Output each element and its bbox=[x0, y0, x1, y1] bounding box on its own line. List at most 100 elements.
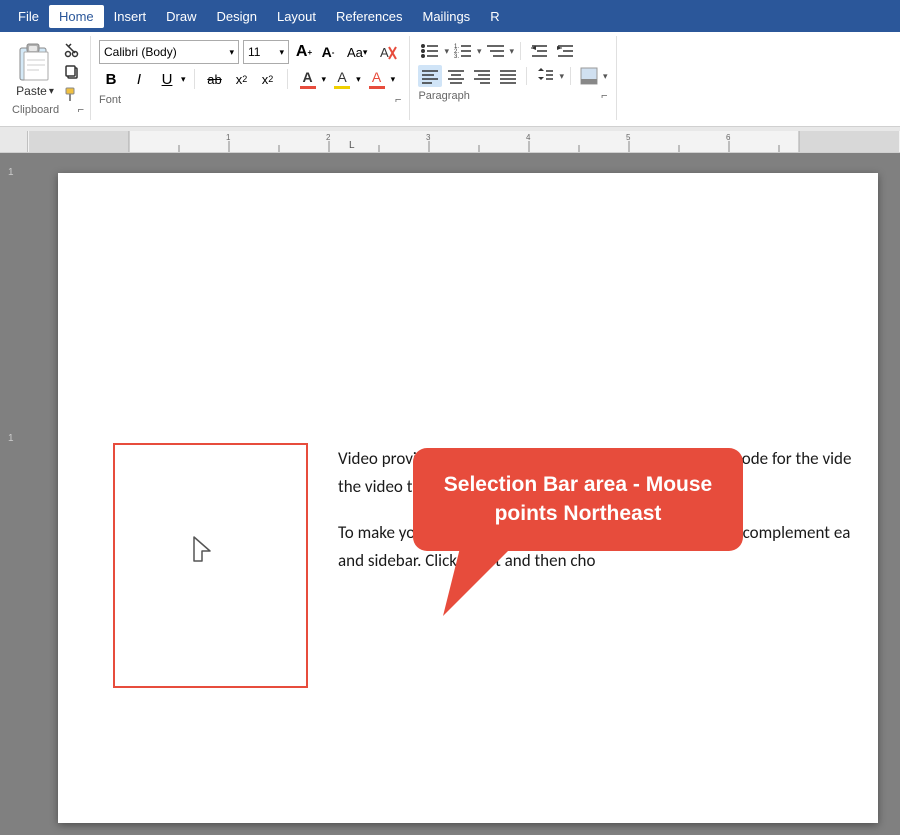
numbered-list-icon: 1. 2. 3. bbox=[453, 41, 473, 61]
paragraph-section: ▾ 1. 2. 3. ▾ ▾ bbox=[410, 36, 616, 120]
paragraph-label: Paragraph bbox=[418, 90, 469, 102]
highlight-arrow[interactable]: ▾ bbox=[356, 74, 361, 85]
font-color-arrow[interactable]: ▾ bbox=[322, 74, 327, 85]
page: Selection Bar area - Mouse points Northe… bbox=[58, 173, 878, 823]
align-center-button[interactable] bbox=[444, 65, 468, 87]
svg-text:3: 3 bbox=[426, 133, 431, 142]
bullets-icon bbox=[420, 41, 440, 61]
clipboard-small-buttons bbox=[60, 40, 84, 104]
menu-design[interactable]: Design bbox=[207, 5, 267, 28]
callout-text: Selection Bar area - Mouse points Northe… bbox=[444, 473, 712, 525]
font-grow-button[interactable]: A+ bbox=[293, 40, 315, 64]
clipboard-section: Paste ▾ bbox=[6, 36, 91, 120]
multilevel-arrow[interactable]: ▾ bbox=[510, 46, 515, 57]
increase-indent-button[interactable] bbox=[553, 40, 577, 62]
align-left-icon bbox=[420, 66, 440, 86]
multilevel-button[interactable] bbox=[484, 40, 508, 62]
menu-more[interactable]: R bbox=[480, 5, 509, 28]
menu-insert[interactable]: Insert bbox=[104, 5, 157, 28]
paragraph-expand[interactable]: ⌐ bbox=[601, 90, 607, 102]
paste-label: Paste bbox=[16, 84, 47, 98]
clipboard-expand[interactable]: ⌐ bbox=[78, 104, 84, 116]
font-name-dropdown[interactable]: Calibri (Body) ▾ bbox=[99, 40, 239, 64]
para-shading-arrow[interactable]: ▾ bbox=[603, 71, 608, 82]
superscript-button[interactable]: x2 bbox=[257, 67, 279, 91]
para-shading-button[interactable] bbox=[577, 65, 601, 87]
ruler-left-margin bbox=[0, 131, 28, 152]
font-label: Font bbox=[99, 94, 121, 106]
ribbon: Paste ▾ bbox=[0, 32, 900, 127]
font-size-dropdown[interactable]: 11 ▾ bbox=[243, 40, 289, 64]
increase-indent-icon bbox=[555, 41, 575, 61]
shading-button[interactable]: A bbox=[365, 67, 389, 91]
bullets-arrow[interactable]: ▾ bbox=[444, 46, 449, 57]
bold-button[interactable]: B bbox=[99, 67, 123, 91]
justify-button[interactable] bbox=[496, 65, 520, 87]
paste-dropdown[interactable]: ▾ bbox=[49, 86, 54, 97]
copy-icon bbox=[64, 64, 80, 80]
cut-icon bbox=[64, 42, 80, 58]
font-color-button[interactable]: A bbox=[296, 67, 320, 91]
page-marker-1: 1 bbox=[8, 167, 14, 178]
line-spacing-button[interactable] bbox=[533, 65, 557, 87]
svg-text:A: A bbox=[380, 45, 389, 60]
numbered-list-button[interactable]: 1. 2. 3. bbox=[451, 40, 475, 62]
cut-button[interactable] bbox=[60, 40, 84, 60]
clear-format-button[interactable]: A bbox=[375, 40, 401, 64]
left-sidebar: 1 1 bbox=[0, 153, 28, 835]
font-size-value: 11 bbox=[248, 45, 260, 59]
justify-icon bbox=[498, 66, 518, 86]
callout-bubble: Selection Bar area - Mouse points Northe… bbox=[413, 448, 743, 551]
menu-references[interactable]: References bbox=[326, 5, 412, 28]
font-expand[interactable]: ⌐ bbox=[395, 94, 401, 106]
italic-button[interactable]: I bbox=[127, 67, 151, 91]
menu-home[interactable]: Home bbox=[49, 5, 104, 28]
decrease-indent-icon bbox=[529, 41, 549, 61]
ruler-svg: 1 2 3 4 5 6 L bbox=[28, 131, 900, 152]
bullets-button[interactable] bbox=[418, 40, 442, 62]
align-center-icon bbox=[446, 66, 466, 86]
strikethrough-button[interactable]: ab bbox=[203, 67, 227, 91]
font-shrink-button[interactable]: A- bbox=[317, 40, 339, 64]
copy-button[interactable] bbox=[60, 62, 84, 82]
clear-format-icon: A bbox=[379, 43, 397, 61]
shading-arrow[interactable]: ▾ bbox=[391, 74, 396, 85]
line-spacing-icon bbox=[535, 66, 555, 86]
clipboard-label: Clipboard bbox=[12, 104, 59, 116]
font-name-arrow: ▾ bbox=[229, 47, 234, 58]
svg-text:6: 6 bbox=[726, 133, 731, 142]
menu-layout[interactable]: Layout bbox=[267, 5, 326, 28]
decrease-indent-button[interactable] bbox=[527, 40, 551, 62]
paste-button[interactable]: Paste ▾ bbox=[12, 40, 58, 100]
highlight-button[interactable]: A bbox=[330, 67, 354, 91]
callout-container: Selection Bar area - Mouse points Northe… bbox=[413, 448, 743, 551]
line-spacing-arrow[interactable]: ▾ bbox=[559, 71, 564, 82]
numbered-arrow[interactable]: ▾ bbox=[477, 46, 482, 57]
font-name-value: Calibri (Body) bbox=[104, 45, 177, 59]
underline-arrow[interactable]: ▾ bbox=[181, 74, 186, 85]
multilevel-icon bbox=[486, 41, 506, 61]
subscript-button[interactable]: x2 bbox=[231, 67, 253, 91]
ruler-main: 1 2 3 4 5 6 L bbox=[28, 131, 900, 152]
document-area: 1 1 Selection Bar area - Mouse points No… bbox=[0, 153, 900, 835]
doc-scroll: Selection Bar area - Mouse points Northe… bbox=[28, 153, 900, 835]
font-section: Calibri (Body) ▾ 11 ▾ A+ A- Aa▾ A bbox=[91, 36, 410, 120]
paste-icon bbox=[16, 42, 54, 84]
selection-box bbox=[113, 443, 308, 688]
svg-text:3.: 3. bbox=[454, 54, 459, 60]
underline-button[interactable]: U bbox=[155, 67, 179, 91]
menu-file[interactable]: File bbox=[8, 5, 49, 28]
aa-button[interactable]: Aa▾ bbox=[343, 40, 371, 64]
menu-draw[interactable]: Draw bbox=[156, 5, 206, 28]
svg-text:L: L bbox=[349, 140, 355, 151]
svg-text:1: 1 bbox=[226, 133, 231, 142]
font-size-arrow: ▾ bbox=[279, 47, 284, 58]
align-left-button[interactable] bbox=[418, 65, 442, 87]
format-painter-icon bbox=[64, 86, 80, 102]
menu-mailings[interactable]: Mailings bbox=[413, 5, 481, 28]
svg-text:5: 5 bbox=[626, 133, 631, 142]
format-painter-button[interactable] bbox=[60, 84, 84, 104]
align-right-button[interactable] bbox=[470, 65, 494, 87]
page-marker-2: 1 bbox=[8, 433, 14, 444]
clipboard-label-row: Clipboard ⌐ bbox=[12, 104, 84, 116]
